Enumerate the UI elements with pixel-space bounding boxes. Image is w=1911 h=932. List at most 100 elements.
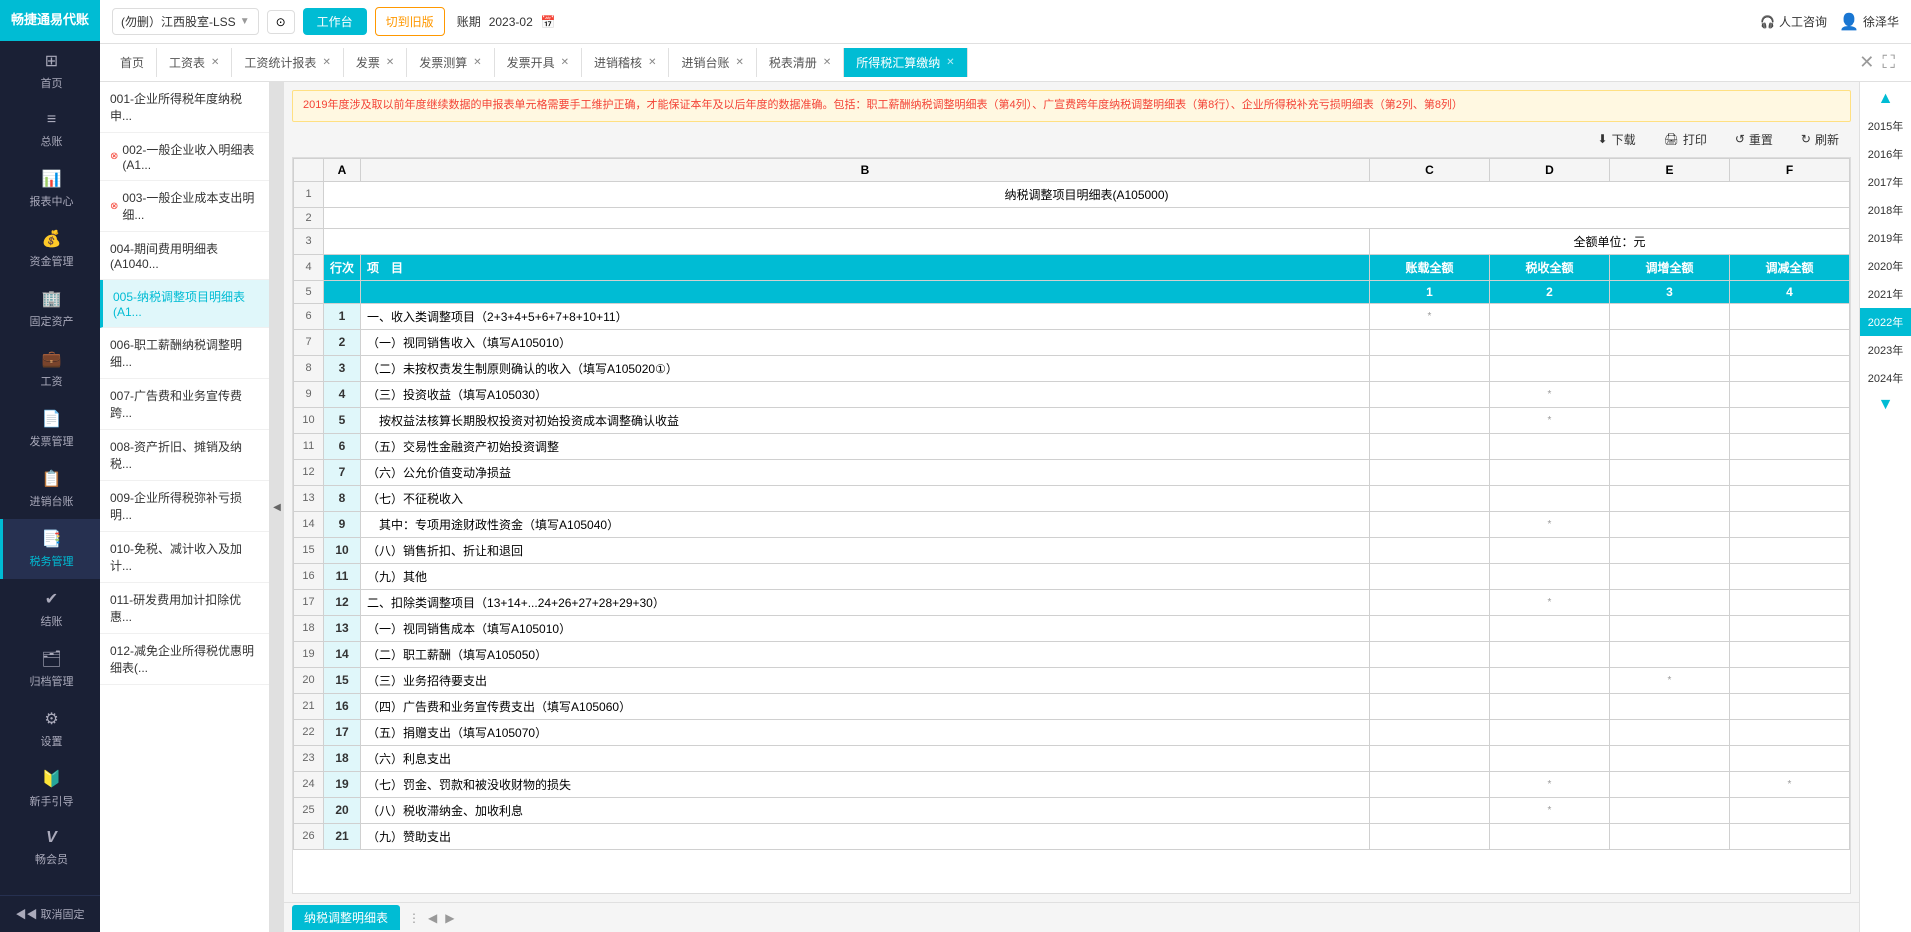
- year-item-2019[interactable]: 2019年: [1860, 224, 1911, 252]
- tab-close-icon[interactable]: ✕: [322, 57, 330, 68]
- tab-close-icon[interactable]: ✕: [648, 57, 656, 68]
- bottom-nav: ⋮ ◀ ▶: [408, 911, 454, 925]
- tab-close-icon[interactable]: ✕: [386, 57, 394, 68]
- old-version-button[interactable]: 切到旧版: [375, 7, 445, 36]
- tab-close-icon[interactable]: ✕: [561, 57, 569, 68]
- tab-payroll[interactable]: 工资表 ✕: [157, 48, 232, 77]
- sidebar-item-payroll[interactable]: 💼 工资: [0, 339, 100, 399]
- tab-invoice-issue[interactable]: 发票开具 ✕: [495, 48, 582, 77]
- tab-close-icon[interactable]: ✕: [473, 57, 481, 68]
- sidebar-pin-toggle[interactable]: ◀◀ 取消固定: [0, 895, 100, 932]
- refresh-button[interactable]: ↻ 刷新: [1793, 128, 1847, 151]
- guide-icon: 🔰: [42, 769, 62, 789]
- warn-icon: ⊗: [110, 151, 118, 162]
- invoice-icon: 📄: [42, 409, 62, 429]
- tab-sales-ledger[interactable]: 进销台账 ✕: [669, 48, 756, 77]
- year-item-2021[interactable]: 2021年: [1860, 280, 1911, 308]
- year-item-2020[interactable]: 2020年: [1860, 252, 1911, 280]
- sidebar-item-archive[interactable]: 🗂 归档管理: [0, 639, 100, 699]
- vip-icon: V: [46, 829, 57, 847]
- left-panel-item-006[interactable]: 006-职工薪酬纳税调整明细...: [100, 328, 269, 379]
- left-panel-item-008[interactable]: 008-资产折旧、摊销及纳税...: [100, 430, 269, 481]
- left-panel-item-007[interactable]: 007-广告费和业务宣传费跨...: [100, 379, 269, 430]
- sales-icon: 📋: [42, 469, 62, 489]
- table-row: 20 15 （三）业务招待要支出 *: [294, 667, 1850, 693]
- user-menu[interactable]: 👤 徐泽华: [1839, 12, 1899, 32]
- left-panel-item-001[interactable]: 001-企业所得税年度纳税申...: [100, 82, 269, 133]
- year-item-2022[interactable]: 2022年: [1860, 308, 1911, 336]
- year-down-icon[interactable]: ▼: [1874, 392, 1898, 418]
- col-d-header: D: [1490, 158, 1610, 181]
- left-panel-item-002[interactable]: ⊗ 002-一般企业收入明细表(A1...: [100, 133, 269, 181]
- header-tiaozeng: 调增全额: [1610, 254, 1730, 280]
- table-row: 15 10 （八）销售折扣、折让和退回: [294, 537, 1850, 563]
- sidebar-item-invoice[interactable]: 📄 发票管理: [0, 399, 100, 459]
- tab-close-icon[interactable]: ✕: [735, 57, 743, 68]
- year-up-icon[interactable]: ▲: [1874, 86, 1898, 112]
- table-header-row: 4 行次 项 目 账载全额 税收全额 调增全额 调减全额: [294, 254, 1850, 280]
- workbench-button[interactable]: 工作台: [303, 8, 367, 35]
- left-panel-item-011[interactable]: 011-研发费用加计扣除优惠...: [100, 583, 269, 634]
- tab-tax-forms[interactable]: 税表清册 ✕: [757, 48, 844, 77]
- headset-icon: 🎧: [1760, 15, 1775, 29]
- year-item-2017[interactable]: 2017年: [1860, 168, 1911, 196]
- download-icon: ⬇: [1598, 132, 1608, 146]
- tab-close-icon[interactable]: ✕: [211, 57, 219, 68]
- sidebar-item-label: 报表中心: [30, 193, 74, 209]
- print-button[interactable]: 🖨 打印: [1656, 128, 1715, 151]
- left-panel-item-012[interactable]: 012-减免企业所得税优惠明细表(...: [100, 634, 269, 685]
- header-xiangmu: 项 目: [361, 254, 1370, 280]
- left-panel-item-005[interactable]: 005-纳税调整项目明细表(A1...: [100, 280, 269, 328]
- year-item-2024[interactable]: 2024年: [1860, 364, 1911, 392]
- copy-button[interactable]: ⊙: [267, 10, 295, 34]
- left-panel-item-009[interactable]: 009-企业所得税弥补亏损明...: [100, 481, 269, 532]
- download-button[interactable]: ⬇ 下载: [1590, 128, 1644, 151]
- tab-home[interactable]: 首页: [108, 48, 157, 77]
- tab-close-icon[interactable]: ✕: [823, 57, 831, 68]
- table-container[interactable]: A B C D E F 1 纳税调: [292, 157, 1851, 894]
- left-panel-item-004[interactable]: 004-期间费用明细表(A1040...: [100, 232, 269, 280]
- panel-collapse-button[interactable]: ◀: [270, 82, 284, 932]
- scroll-right-icon[interactable]: ▶: [445, 911, 454, 925]
- sidebar-item-close[interactable]: ✔ 结账: [0, 579, 100, 639]
- tab-audit[interactable]: 进销稽核 ✕: [582, 48, 669, 77]
- year-item-2016[interactable]: 2016年: [1860, 140, 1911, 168]
- print-icon: 🖨: [1664, 132, 1679, 146]
- sidebar-item-label: 总账: [41, 133, 63, 149]
- sidebar-item-label: 固定资产: [30, 313, 74, 329]
- sidebar-item-settings[interactable]: ⚙ 设置: [0, 699, 100, 759]
- sidebar-item-tax[interactable]: 📑 税务管理: [0, 519, 100, 579]
- close-all-icon[interactable]: ✕: [1859, 52, 1874, 73]
- sidebar-item-finance[interactable]: 💰 资金管理: [0, 219, 100, 279]
- bottom-tab-item[interactable]: 纳税调整明细表: [292, 905, 400, 930]
- sidebar-item-sales[interactable]: 📋 进销台账: [0, 459, 100, 519]
- sidebar-item-vip[interactable]: V 畅会员: [0, 819, 100, 877]
- company-selector[interactable]: (勿删）江西股室-LSS ▼: [112, 8, 259, 35]
- sidebar-item-reports[interactable]: 📊 报表中心: [0, 159, 100, 219]
- scroll-left-icon[interactable]: ◀: [428, 911, 437, 925]
- sidebar-item-guide[interactable]: 🔰 新手引导: [0, 759, 100, 819]
- year-item-2023[interactable]: 2023年: [1860, 336, 1911, 364]
- tabbar: 首页 工资表 ✕ 工资统计报表 ✕ 发票 ✕ 发票测算 ✕ 发票开具 ✕ 进销稽…: [100, 44, 1911, 82]
- tab-payroll-report[interactable]: 工资统计报表 ✕: [232, 48, 343, 77]
- col-b-header: B: [361, 158, 1370, 181]
- table-row: 8 3 （二）未按权责发生制原则确认的收入（填写A105020①）: [294, 355, 1850, 381]
- left-panel-item-010[interactable]: 010-免税、减计收入及加计...: [100, 532, 269, 583]
- tab-close-icon[interactable]: ✕: [946, 57, 954, 68]
- year-item-2018[interactable]: 2018年: [1860, 196, 1911, 224]
- year-item-2015[interactable]: 2015年: [1860, 112, 1911, 140]
- col-num-3: 3: [1610, 280, 1730, 303]
- table-sub-header-row: 5 1 2 3 4: [294, 280, 1850, 303]
- tab-invoice-calc[interactable]: 发票测算 ✕: [407, 48, 494, 77]
- archive-icon: 🗂: [41, 649, 61, 669]
- service-button[interactable]: 🎧 人工咨询: [1760, 13, 1827, 30]
- sidebar-item-ledger[interactable]: ≡ 总账: [0, 101, 100, 159]
- calendar-icon[interactable]: 📅: [541, 15, 556, 29]
- sidebar-item-home[interactable]: ⊞ 首页: [0, 41, 100, 101]
- tab-income-tax[interactable]: 所得税汇算缴纳 ✕: [844, 48, 967, 77]
- left-panel-item-003[interactable]: ⊗ 003-一般企业成本支出明细...: [100, 181, 269, 232]
- reset-button[interactable]: ↺ 重置: [1727, 128, 1781, 151]
- maximize-icon[interactable]: ⛶: [1882, 52, 1895, 73]
- tab-invoice[interactable]: 发票 ✕: [344, 48, 407, 77]
- sidebar-item-assets[interactable]: 🏢 固定资产: [0, 279, 100, 339]
